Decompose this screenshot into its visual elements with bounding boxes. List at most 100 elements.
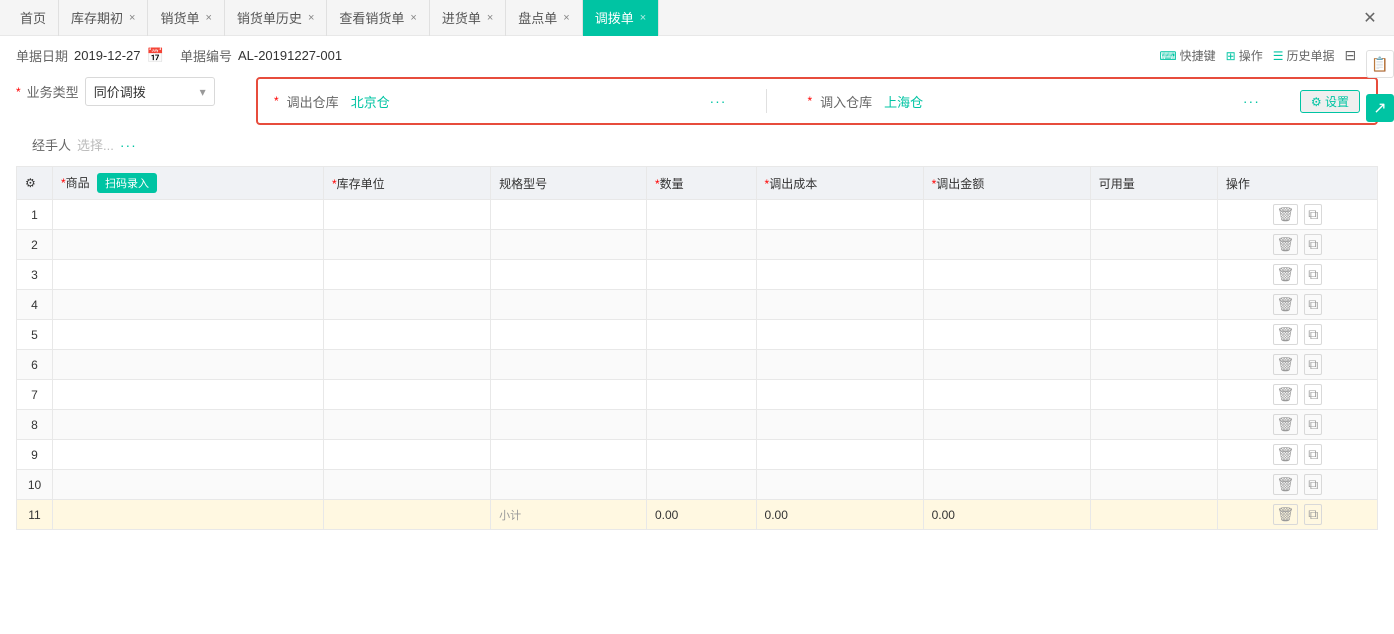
- product-cell[interactable]: [53, 260, 324, 290]
- qty-cell[interactable]: [646, 290, 756, 320]
- product-cell[interactable]: [53, 470, 324, 500]
- copy-icon[interactable]: ⧉: [1304, 234, 1322, 255]
- close-inventory-count[interactable]: ×: [563, 12, 569, 24]
- cost-cell[interactable]: [756, 440, 923, 470]
- transfer-out-more-btn[interactable]: ···: [709, 93, 726, 109]
- product-cell[interactable]: [53, 440, 324, 470]
- qty-cell[interactable]: [646, 260, 756, 290]
- unit-cell[interactable]: [323, 320, 490, 350]
- sidebar-link-icon[interactable]: ↗: [1366, 94, 1394, 122]
- business-type-input[interactable]: 同价调拨 ▾: [85, 77, 215, 106]
- amount-cell[interactable]: [923, 260, 1090, 290]
- unit-cell[interactable]: [323, 290, 490, 320]
- qty-cell[interactable]: [646, 410, 756, 440]
- tab-purchase-order[interactable]: 进货单 ×: [430, 0, 506, 36]
- copy-icon[interactable]: ⧉: [1304, 294, 1322, 315]
- transfer-in-more-btn[interactable]: ···: [1243, 93, 1260, 109]
- handler-select[interactable]: 选择...: [77, 135, 114, 154]
- tab-home[interactable]: 首页: [8, 0, 59, 36]
- unit-cell[interactable]: [323, 380, 490, 410]
- spec-cell[interactable]: [491, 290, 647, 320]
- copy-icon[interactable]: ⧉: [1304, 474, 1322, 495]
- cost-cell[interactable]: [756, 470, 923, 500]
- handler-more-btn[interactable]: ···: [120, 137, 137, 153]
- delete-icon[interactable]: 🗑: [1273, 324, 1299, 345]
- delete-icon[interactable]: 🗑: [1273, 354, 1299, 375]
- delete-icon[interactable]: 🗑: [1273, 264, 1299, 285]
- close-purchase-order[interactable]: ×: [487, 12, 493, 24]
- delete-icon[interactable]: 🗑: [1273, 474, 1299, 495]
- spec-cell[interactable]: [491, 200, 647, 230]
- tab-transfer-order[interactable]: 调拨单 ×: [583, 0, 659, 36]
- spec-cell[interactable]: [491, 410, 647, 440]
- cost-cell[interactable]: [756, 410, 923, 440]
- cost-cell[interactable]: [756, 350, 923, 380]
- tab-inventory-init[interactable]: 库存期初 ×: [59, 0, 148, 36]
- amount-cell[interactable]: [923, 440, 1090, 470]
- product-cell[interactable]: [53, 410, 324, 440]
- spec-cell[interactable]: [491, 320, 647, 350]
- cost-cell[interactable]: [756, 320, 923, 350]
- qty-cell[interactable]: [646, 380, 756, 410]
- copy-icon[interactable]: ⧉: [1304, 264, 1322, 285]
- close-sales-order[interactable]: ×: [205, 12, 211, 24]
- qty-cell[interactable]: [646, 440, 756, 470]
- copy-icon[interactable]: ⧉: [1304, 354, 1322, 375]
- settings-button[interactable]: ⚙ 设置: [1300, 90, 1360, 113]
- unit-cell[interactable]: [323, 350, 490, 380]
- spec-cell[interactable]: [491, 260, 647, 290]
- copy-icon[interactable]: ⧉: [1304, 324, 1322, 345]
- sidebar-doc-icon[interactable]: 📋: [1366, 50, 1394, 78]
- copy-icon[interactable]: ⧉: [1304, 204, 1322, 225]
- scan-button[interactable]: 扫码录入: [97, 173, 157, 193]
- calendar-icon[interactable]: 📅: [147, 47, 164, 64]
- qty-cell[interactable]: [646, 320, 756, 350]
- spec-cell[interactable]: [491, 380, 647, 410]
- spec-cell[interactable]: [491, 230, 647, 260]
- qty-cell[interactable]: [646, 200, 756, 230]
- cost-cell[interactable]: [756, 290, 923, 320]
- copy-icon[interactable]: ⧉: [1304, 414, 1322, 435]
- business-type-dropdown[interactable]: ▾: [200, 85, 206, 99]
- delete-icon[interactable]: 🗑: [1273, 444, 1299, 465]
- cost-cell[interactable]: [756, 380, 923, 410]
- cost-cell[interactable]: [756, 230, 923, 260]
- qty-cell[interactable]: [646, 350, 756, 380]
- unit-cell[interactable]: [323, 260, 490, 290]
- copy-icon[interactable]: ⧉: [1304, 504, 1322, 525]
- cost-cell[interactable]: [756, 200, 923, 230]
- amount-cell[interactable]: [923, 200, 1090, 230]
- delete-icon[interactable]: 🗑: [1273, 504, 1299, 525]
- amount-cell[interactable]: [923, 230, 1090, 260]
- tab-view-sales[interactable]: 查看销货单 ×: [327, 0, 429, 36]
- copy-icon[interactable]: ⧉: [1304, 384, 1322, 405]
- product-cell[interactable]: [53, 290, 324, 320]
- product-cell[interactable]: [53, 380, 324, 410]
- delete-icon[interactable]: 🗑: [1273, 384, 1299, 405]
- qty-cell[interactable]: [646, 470, 756, 500]
- amount-cell[interactable]: [923, 290, 1090, 320]
- tab-inventory-count[interactable]: 盘点单 ×: [506, 0, 582, 36]
- operations-button[interactable]: ⊞ 操作: [1226, 47, 1263, 64]
- unit-cell[interactable]: [323, 230, 490, 260]
- close-view-sales[interactable]: ×: [410, 12, 416, 24]
- product-cell[interactable]: [53, 230, 324, 260]
- product-cell[interactable]: [53, 350, 324, 380]
- amount-cell[interactable]: [923, 320, 1090, 350]
- delete-icon[interactable]: 🗑: [1273, 414, 1299, 435]
- shortcuts-button[interactable]: ⌨ 快捷键: [1159, 47, 1215, 64]
- layout-icon[interactable]: ⊟: [1345, 47, 1357, 64]
- close-transfer-order[interactable]: ×: [640, 12, 646, 24]
- delete-icon[interactable]: 🗑: [1273, 204, 1299, 225]
- unit-cell[interactable]: [323, 410, 490, 440]
- product-cell[interactable]: [53, 320, 324, 350]
- amount-cell[interactable]: [923, 350, 1090, 380]
- copy-icon[interactable]: ⧉: [1304, 444, 1322, 465]
- tab-sales-order[interactable]: 销货单 ×: [148, 0, 224, 36]
- unit-cell[interactable]: [323, 440, 490, 470]
- qty-cell[interactable]: [646, 230, 756, 260]
- spec-cell[interactable]: [491, 440, 647, 470]
- close-sales-history[interactable]: ×: [308, 12, 314, 24]
- delete-icon[interactable]: 🗑: [1273, 294, 1299, 315]
- th-setting[interactable]: ⚙: [17, 167, 53, 200]
